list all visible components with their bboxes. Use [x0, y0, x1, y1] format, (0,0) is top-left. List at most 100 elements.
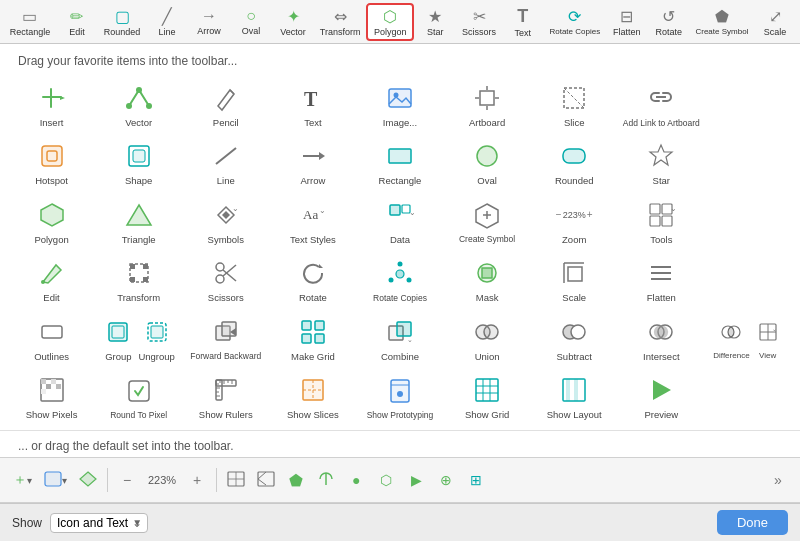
- dt-a6[interactable]: ⬡: [372, 463, 400, 497]
- dt-a7[interactable]: ▶: [402, 463, 430, 497]
- tool-show-slices[interactable]: Show Slices: [269, 368, 356, 426]
- text-icon: T: [517, 6, 528, 27]
- dt-a8[interactable]: ⊕: [432, 463, 460, 497]
- toolbar-oval[interactable]: ○ Oval: [230, 3, 272, 41]
- tool-text[interactable]: T Text: [269, 76, 356, 134]
- tool-outlines[interactable]: Outlines: [8, 310, 95, 368]
- dt-symbols[interactable]: [74, 463, 102, 497]
- show-select[interactable]: Icon and Text Icon Only Text Only: [50, 513, 148, 533]
- tool-zoom[interactable]: − 223% + Zoom: [531, 193, 618, 251]
- tool-tools[interactable]: ⌄ Tools: [618, 193, 705, 251]
- dt-layers[interactable]: ▾: [39, 463, 72, 497]
- svg-point-55: [396, 270, 404, 278]
- tool-rectangle[interactable]: Rectangle: [356, 134, 443, 192]
- tool-union[interactable]: Union: [444, 310, 531, 368]
- tool-combine[interactable]: ⌄ Combine: [356, 310, 443, 368]
- svg-rect-60: [482, 268, 492, 278]
- toolbar-polygon[interactable]: ⬡ Polygon: [366, 3, 414, 41]
- dt-insert[interactable]: ＋ ▾: [8, 463, 37, 497]
- toolbar-rotate[interactable]: ↺ Rotate: [648, 3, 690, 41]
- tool-round-to-pixel[interactable]: Round To Pixel: [95, 368, 182, 426]
- tool-scissors[interactable]: Scissors: [182, 251, 269, 309]
- tool-diff-view[interactable]: Difference ⌄ View: [705, 310, 792, 368]
- toolbar-transform[interactable]: ⇔ Transform: [314, 3, 366, 41]
- tool-show-grid[interactable]: Show Grid: [444, 368, 531, 426]
- tool-symbols[interactable]: ⌄ Symbols: [182, 193, 269, 251]
- tool-hotspot[interactable]: Hotspot: [8, 134, 95, 192]
- toolbar-vector[interactable]: ✦ Vector: [272, 3, 314, 41]
- dt-zoom-value[interactable]: 223%: [143, 463, 181, 497]
- dt-a3[interactable]: ⬟: [282, 463, 310, 497]
- tool-artboard[interactable]: Artboard: [444, 76, 531, 134]
- toolbar-create-symbol[interactable]: ⬟ Create Symbol: [690, 3, 754, 41]
- show-select-wrap[interactable]: Icon and Text Icon Only Text Only ▼: [50, 513, 148, 533]
- dt-a2[interactable]: [252, 463, 280, 497]
- create-symbol-icon: ⬟: [715, 7, 729, 26]
- tool-polygon[interactable]: Polygon: [8, 193, 95, 251]
- toolbar-star[interactable]: ★ Star: [414, 3, 456, 41]
- tool-add-link[interactable]: Add Link to Artboard: [618, 76, 705, 134]
- toolbar-flatten[interactable]: ⊟ Flatten: [606, 3, 648, 41]
- tool-subtract[interactable]: Subtract: [531, 310, 618, 368]
- tool-preview[interactable]: Preview: [618, 368, 705, 426]
- tool-line[interactable]: Line: [182, 134, 269, 192]
- toolbar-scissors[interactable]: ✂ Scissors: [456, 3, 502, 41]
- tool-shape[interactable]: Shape: [95, 134, 182, 192]
- toolbar-scale-label: Scale: [764, 27, 787, 37]
- tool-flatten[interactable]: Flatten: [618, 251, 705, 309]
- toolbar-rotate-copies[interactable]: ⟳ Rotate Copies: [544, 3, 606, 41]
- tool-edit[interactable]: Edit: [8, 251, 95, 309]
- dt-a6-icon: ⬡: [380, 472, 392, 488]
- toolbar-line[interactable]: ╱ Line: [146, 3, 188, 41]
- dt-plus[interactable]: +: [183, 463, 211, 497]
- dt-more[interactable]: »: [764, 463, 792, 497]
- tool-forward-backward[interactable]: Forward Backward: [182, 310, 269, 368]
- tool-show-rulers[interactable]: Show Rulers: [182, 368, 269, 426]
- tool-make-grid[interactable]: Make Grid: [269, 310, 356, 368]
- rectangle-icon2: [384, 140, 416, 172]
- tool-rotate[interactable]: Rotate: [269, 251, 356, 309]
- tool-arrow[interactable]: Arrow: [269, 134, 356, 192]
- polygon-icon: ⬡: [383, 7, 397, 26]
- svg-rect-42: [662, 216, 672, 226]
- tool-show-prototyping[interactable]: Show Prototyping: [356, 368, 443, 426]
- tool-rounded-label: Rounded: [555, 175, 594, 186]
- tool-star[interactable]: Star: [618, 134, 705, 192]
- done-button[interactable]: Done: [717, 510, 788, 535]
- toolbar-rectangle[interactable]: ▭ Rectangle: [4, 3, 56, 41]
- tool-show-layout[interactable]: Show Layout: [531, 368, 618, 426]
- tool-pencil[interactable]: Pencil: [182, 76, 269, 134]
- toolbar-rounded[interactable]: ▢ Rounded: [98, 3, 146, 41]
- tool-intersect[interactable]: Intersect: [618, 310, 705, 368]
- tool-data[interactable]: ⌄ Data: [356, 193, 443, 251]
- dt-a5[interactable]: ●: [342, 463, 370, 497]
- toolbar-edit[interactable]: ✏ Edit: [56, 3, 98, 41]
- toolbar-vector-label: Vector: [280, 27, 306, 37]
- toolbar-scale[interactable]: ⤢ Scale: [754, 3, 796, 41]
- tool-oval[interactable]: Oval: [444, 134, 531, 192]
- tool-mask[interactable]: Mask: [444, 251, 531, 309]
- dt-minus[interactable]: −: [113, 463, 141, 497]
- edit-icon: ✏: [70, 7, 83, 26]
- dt-a1[interactable]: [222, 463, 250, 497]
- tool-scale[interactable]: Scale: [531, 251, 618, 309]
- tool-insert[interactable]: Insert: [8, 76, 95, 134]
- toolbar-text[interactable]: T Text: [502, 3, 544, 41]
- tool-triangle[interactable]: Triangle: [95, 193, 182, 251]
- tool-rotate-copies[interactable]: Rotate Copies: [356, 251, 443, 309]
- toolbar-arrow[interactable]: → Arrow: [188, 3, 230, 41]
- svg-marker-125: [653, 380, 671, 400]
- tool-transform[interactable]: Transform: [95, 251, 182, 309]
- dt-a9[interactable]: ⊞: [462, 463, 490, 497]
- tool-show-pixels[interactable]: Show Pixels: [8, 368, 95, 426]
- tool-image[interactable]: Image...: [356, 76, 443, 134]
- tool-text-styles[interactable]: Aa⌄ Text Styles: [269, 193, 356, 251]
- tool-rounded[interactable]: Rounded: [531, 134, 618, 192]
- tool-slice[interactable]: Slice: [531, 76, 618, 134]
- make-grid-icon: [297, 316, 329, 348]
- pencil-icon: [210, 82, 242, 114]
- tool-create-symbol[interactable]: Create Symbol: [444, 193, 531, 251]
- tool-vector[interactable]: Vector: [95, 76, 182, 134]
- tool-group-ungroup[interactable]: Group Ungroup: [95, 310, 182, 368]
- dt-a4[interactable]: [312, 463, 340, 497]
